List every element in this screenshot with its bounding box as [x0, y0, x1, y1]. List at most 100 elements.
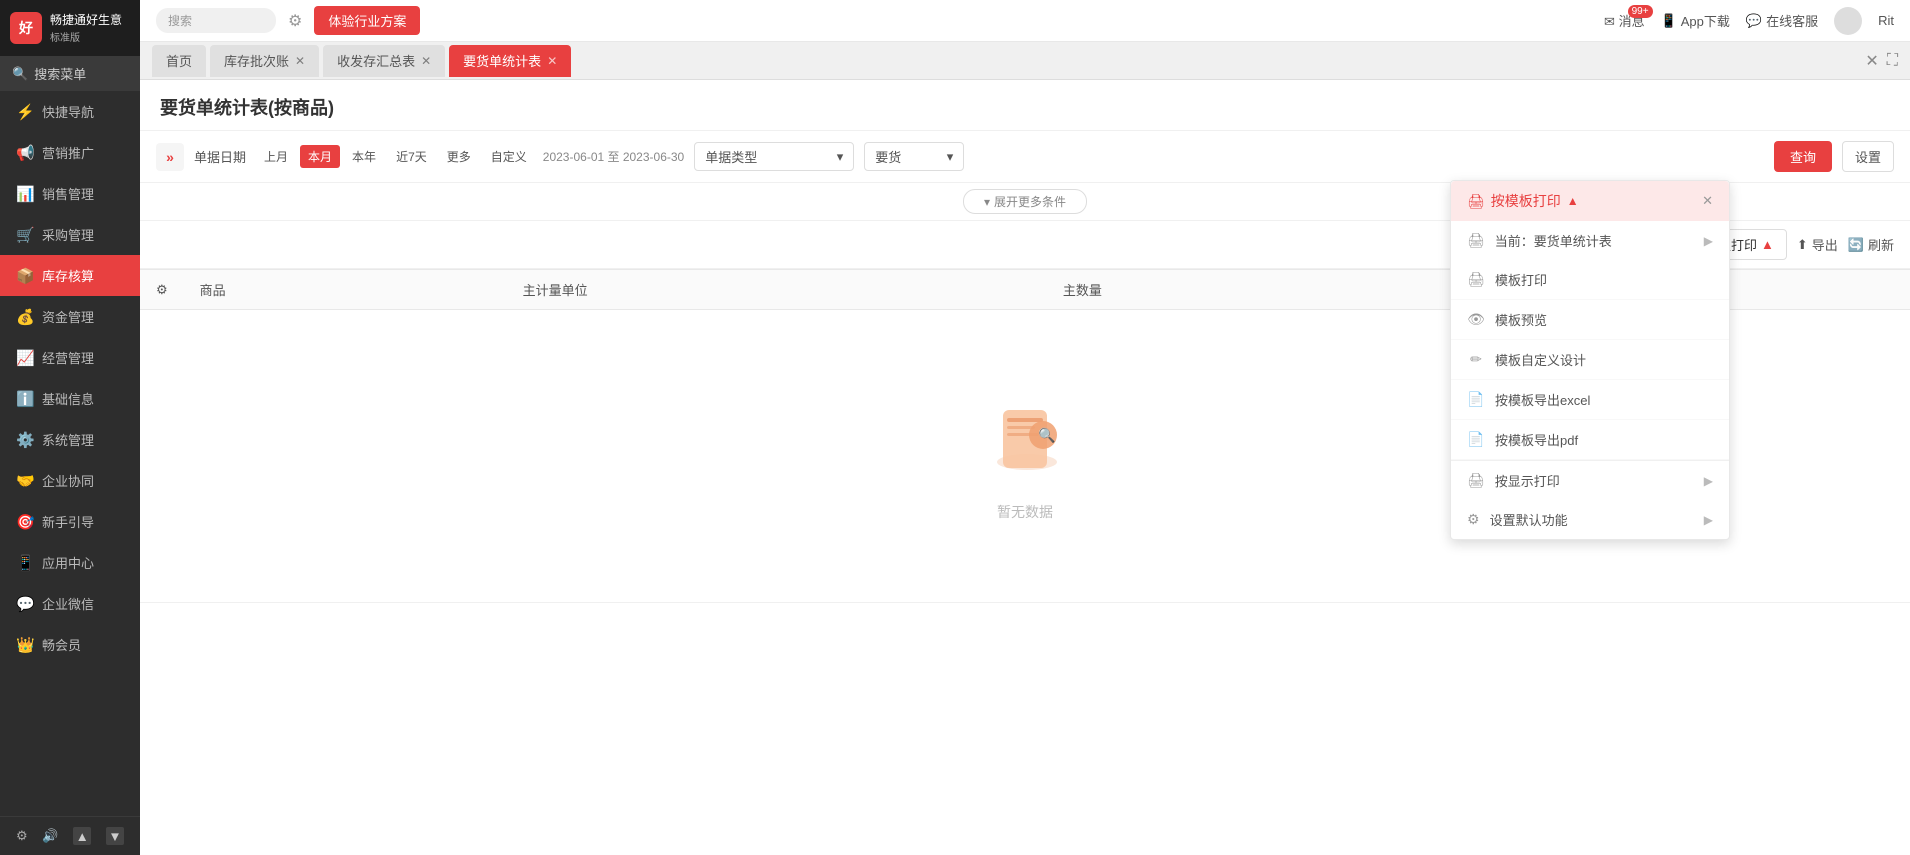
date-buttons: 上月 本月 本年 近7天 更多 自定义 2023-06-01 至 2023-06… — [256, 145, 684, 168]
sidebar-item-member[interactable]: 👑 畅会员 — [0, 624, 140, 665]
sidebar-item-purchase[interactable]: 🛒 采购管理 — [0, 214, 140, 255]
tab-batch-account[interactable]: 库存批次账 ✕ — [210, 45, 319, 77]
system-icon: ⚙️ — [16, 431, 34, 449]
dropdown-template-print-label: 模板打印 — [1495, 270, 1547, 289]
sidebar-search-label: 搜索菜单 — [34, 64, 86, 83]
dropdown-template-preview-label: 模板预览 — [1495, 310, 1547, 329]
sidebar-item-sales[interactable]: 📊 销售管理 — [0, 173, 140, 214]
dropdown-set-default[interactable]: ⚙ 设置默认功能 ▶ — [1451, 500, 1729, 539]
online-service-label: 在线客服 — [1766, 11, 1818, 30]
dropdown-item-template-excel[interactable]: 📄 按模板导出excel — [1451, 380, 1729, 420]
dropdown-set-default-icon: ⚙ — [1467, 511, 1480, 528]
date-btn-this-month[interactable]: 本月 — [300, 145, 340, 168]
tab-home[interactable]: 首页 — [152, 45, 206, 77]
sidebar-item-quick-nav[interactable]: ⚡ 快捷导航 — [0, 91, 140, 132]
dropdown-item-template-preview[interactable]: 👁 模板预览 — [1451, 300, 1729, 340]
online-service-button[interactable]: 💬 在线客服 — [1746, 11, 1818, 30]
dropdown-display-print-label: 按显示打印 — [1495, 471, 1560, 490]
sidebar-item-basic[interactable]: ℹ️ 基础信息 — [0, 378, 140, 419]
dropdown-close-button[interactable]: ✕ — [1702, 193, 1713, 209]
dropdown-template-custom-label: 模板自定义设计 — [1495, 350, 1586, 369]
tab-close-all[interactable]: ✕ — [1865, 51, 1878, 71]
dropdown-display-print-chevron: ▶ — [1704, 474, 1713, 488]
sidebar-bottom: ⚙ 🔊 ▲ ▼ — [0, 816, 140, 855]
refresh-icon: 🔄 — [1848, 237, 1864, 253]
search-icon: 🔍 — [12, 66, 28, 82]
sidebar-item-guide[interactable]: 🎯 新手引导 — [0, 501, 140, 542]
quick-nav-icon: ⚡ — [16, 103, 34, 121]
speaker-icon[interactable]: 🔊 — [42, 828, 58, 844]
finance-icon: 💰 — [16, 308, 34, 326]
tab-receipt-summary[interactable]: 收发存汇总表 ✕ — [323, 45, 445, 77]
topbar-gear-icon[interactable]: ⚙ — [288, 11, 302, 31]
topbar-search-placeholder: 搜索 — [168, 14, 192, 28]
yh-filter-select[interactable]: 要货 ▾ — [864, 142, 964, 171]
date-btn-custom[interactable]: 自定义 — [483, 145, 535, 168]
date-btn-last-7-days[interactable]: 近7天 — [388, 145, 435, 168]
tab-expand[interactable]: ⛶ — [1887, 51, 1898, 71]
inventory-icon: 📦 — [16, 267, 34, 285]
doc-type-select[interactable]: 单据类型 ▾ — [694, 142, 854, 171]
sidebar-item-system[interactable]: ⚙️ 系统管理 — [0, 419, 140, 460]
date-btn-last-month[interactable]: 上月 — [256, 145, 296, 168]
dropdown-display-print[interactable]: 🖨 按显示打印 ▶ — [1451, 460, 1729, 500]
sidebar-item-label: 库存核算 — [42, 266, 94, 285]
empty-state-icon: 🔍 — [975, 390, 1075, 490]
sidebar-item-apps[interactable]: 📱 应用中心 — [0, 542, 140, 583]
app-name: 畅捷通好生意 — [50, 12, 122, 29]
query-button[interactable]: 查询 — [1774, 141, 1832, 172]
expand-more-button[interactable]: ▾ 展开更多条件 — [963, 189, 1087, 214]
export-button[interactable]: ⬆ 导出 — [1797, 235, 1838, 254]
sidebar-item-label: 畅会员 — [42, 635, 81, 654]
tab-receipt-summary-close[interactable]: ✕ — [421, 54, 431, 68]
tab-batch-account-close[interactable]: ✕ — [295, 54, 305, 68]
tab-receipt-summary-label: 收发存汇总表 — [337, 51, 415, 70]
refresh-button[interactable]: 🔄 刷新 — [1848, 235, 1894, 254]
service-icon: 💬 — [1746, 13, 1762, 29]
dropdown-item-template-print[interactable]: 🖨 模板打印 — [1451, 260, 1729, 300]
tab-order-stats-close[interactable]: ✕ — [547, 54, 557, 68]
dropdown-template-pdf-icon: 📄 — [1467, 431, 1485, 448]
dropdown-item-template-pdf[interactable]: 📄 按模板导出pdf — [1451, 420, 1729, 460]
filter-actions: 查询 设置 — [1774, 141, 1894, 172]
topbar-right: ✉ 消息 99+ 📱 App下载 💬 在线客服 Rit — [1604, 7, 1894, 35]
expand-down-icon: ▾ — [984, 195, 990, 209]
col-product: 商品 — [184, 270, 507, 310]
sales-icon: 📊 — [16, 185, 34, 203]
dropdown-print-icon: 🖨 — [1467, 193, 1485, 210]
svg-text:🔍: 🔍 — [1038, 426, 1055, 444]
dropdown-template-excel-icon: 📄 — [1467, 391, 1485, 408]
sidebar-item-weixin[interactable]: 💬 企业微信 — [0, 583, 140, 624]
sidebar-search-item[interactable]: 🔍 搜索菜单 — [0, 56, 140, 91]
sidebar-item-marketing[interactable]: 📢 营销推广 — [0, 132, 140, 173]
app-download-button[interactable]: 📱 App下载 — [1661, 11, 1730, 30]
sidebar-item-inventory[interactable]: 📦 库存核算 — [0, 255, 140, 296]
trial-button[interactable]: 体验行业方案 — [314, 6, 420, 35]
basic-icon: ℹ️ — [16, 390, 34, 408]
dropdown-header-chevron: ▲ — [1567, 194, 1579, 208]
sidebar-item-operation[interactable]: 📈 经营管理 — [0, 337, 140, 378]
sidebar: 好 畅捷通好生意 标准版 🔍 搜索菜单 ⚡ 快捷导航 📢 营销推广 📊 销售管理… — [0, 0, 140, 855]
settings-icon[interactable]: ⚙ — [16, 828, 28, 844]
date-btn-this-year[interactable]: 本年 — [344, 145, 384, 168]
sidebar-item-finance[interactable]: 💰 资金管理 — [0, 296, 140, 337]
sidebar-scroll-down[interactable]: ▼ — [106, 827, 124, 845]
dropdown-current-left: 🖨 当前：要货单统计表 — [1467, 231, 1612, 250]
yh-chevron: ▾ — [947, 149, 954, 165]
sidebar-nav: ⚡ 快捷导航 📢 营销推广 📊 销售管理 🛒 采购管理 📦 库存核算 💰 资金管… — [0, 91, 140, 816]
export-icon: ⬆ — [1797, 237, 1808, 253]
date-btn-more[interactable]: 更多 — [439, 145, 479, 168]
message-button[interactable]: ✉ 消息 99+ — [1604, 11, 1645, 30]
tab-order-stats[interactable]: 要货单统计表 ✕ — [449, 45, 571, 77]
dropdown-item-template-custom[interactable]: ✏ 模板自定义设计 — [1451, 340, 1729, 380]
sidebar-item-label: 采购管理 — [42, 225, 94, 244]
dropdown-current-item[interactable]: 🖨 当前：要货单统计表 ▶ — [1451, 221, 1729, 260]
guide-icon: 🎯 — [16, 513, 34, 531]
user-avatar[interactable] — [1834, 7, 1862, 35]
sidebar-item-collab[interactable]: 🤝 企业协同 — [0, 460, 140, 501]
topbar: 搜索 ⚙ 体验行业方案 ✉ 消息 99+ 📱 App下载 💬 在线客服 Rit — [140, 0, 1910, 42]
col-settings[interactable]: ⚙ — [140, 270, 184, 310]
filter-settings-button[interactable]: 设置 — [1842, 141, 1894, 172]
sidebar-scroll-up[interactable]: ▲ — [73, 827, 91, 845]
filter-expand-button[interactable]: » — [156, 143, 184, 171]
